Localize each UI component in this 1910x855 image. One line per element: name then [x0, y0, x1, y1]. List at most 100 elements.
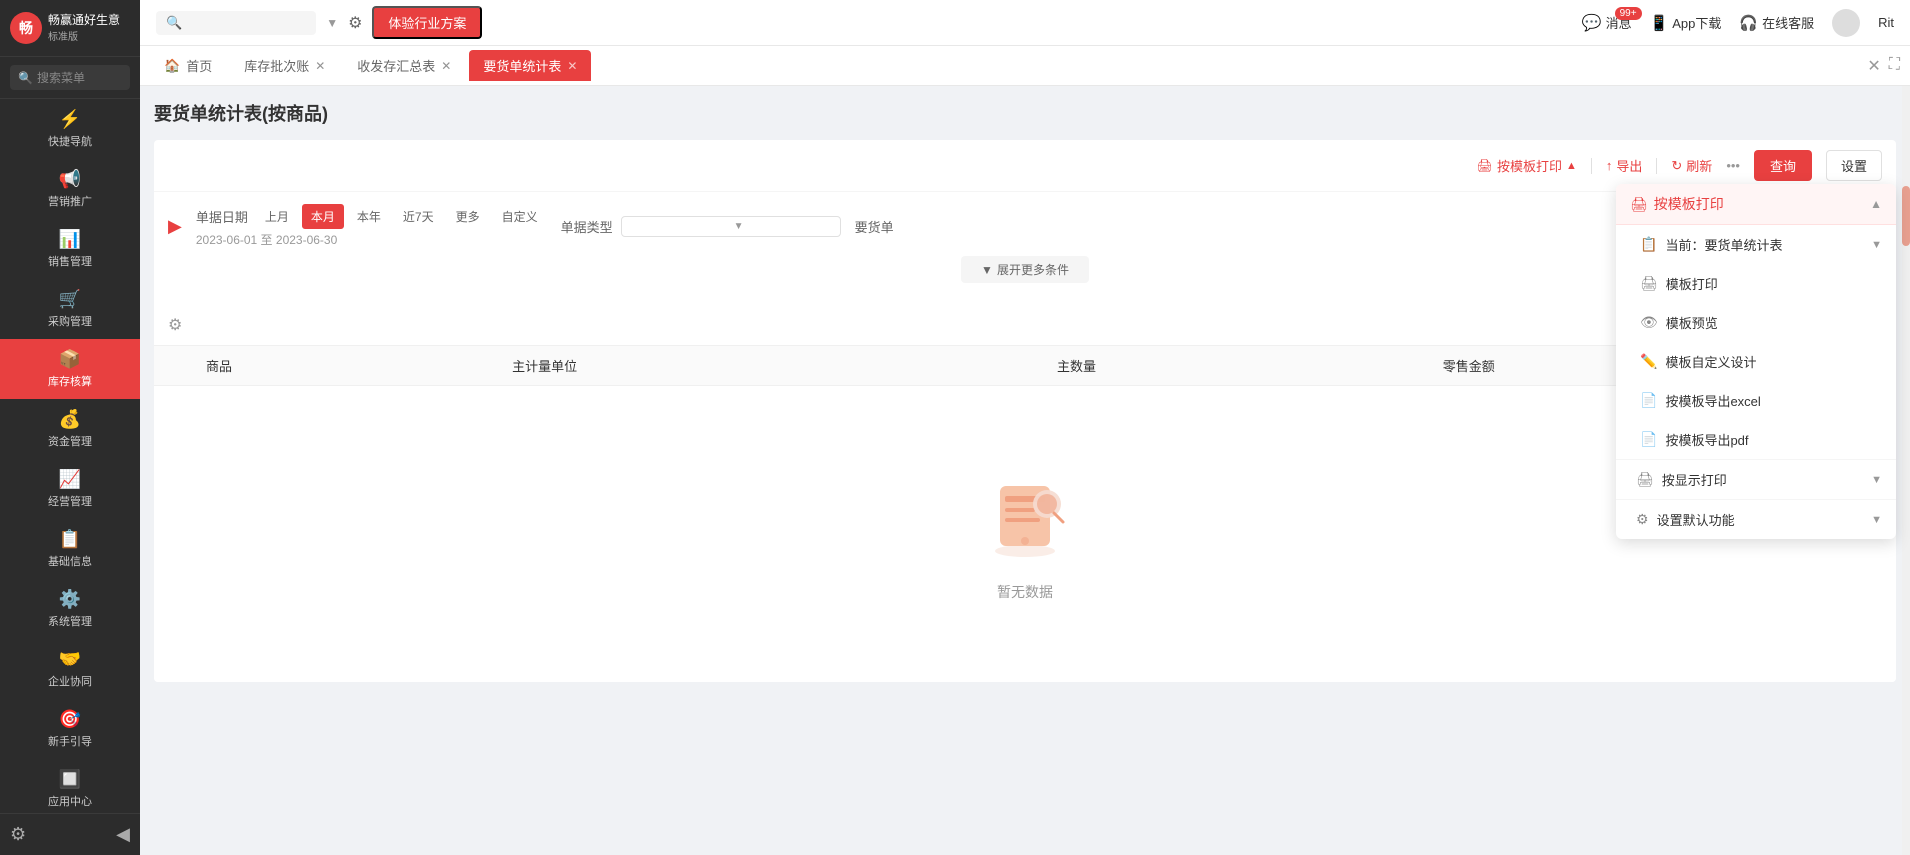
- scrollbar-thumb[interactable]: [1902, 186, 1910, 246]
- topbar: 🔍 ▼ ⚙ 体验行业方案 💬 消息 99+ 📱 App下载 🎧 在线客服 Rit: [140, 0, 1910, 46]
- tab-receivables[interactable]: 收发存汇总表 ✕: [343, 50, 465, 81]
- sidebar-collapse-icon[interactable]: ◀: [116, 824, 130, 845]
- dropdown-set-default[interactable]: ⚙ 设置默认功能 ▼: [1616, 499, 1896, 539]
- table-gear-icon[interactable]: ⚙: [168, 315, 182, 335]
- refresh-label: 刷新: [1686, 156, 1712, 175]
- dropdown-chevron-up[interactable]: ▲: [1870, 197, 1882, 211]
- query-button[interactable]: 查询: [1754, 150, 1812, 181]
- print-template-button[interactable]: 🖨 按模板打印 ▲: [1476, 156, 1576, 175]
- sidebar-item-guide[interactable]: 🎯 新手引导: [0, 699, 140, 759]
- online-service-button[interactable]: 🎧 在线客服: [1739, 13, 1814, 32]
- tab-demand-stat-close[interactable]: ✕: [567, 59, 577, 73]
- type-filter: 单据类型 ▼: [561, 216, 841, 237]
- tab-close-window-icon[interactable]: ✕: [1867, 56, 1880, 76]
- set-default-left: ⚙ 设置默认功能: [1636, 510, 1735, 529]
- dropdown-header-title: 🖨 按模板打印: [1630, 194, 1724, 214]
- date-btn-7days[interactable]: 近7天: [394, 204, 443, 229]
- sidebar-item-basic-info[interactable]: 📋 基础信息: [0, 519, 140, 579]
- sidebar-item-enterprise[interactable]: 🤝 企业协同: [0, 639, 140, 699]
- date-btn-custom[interactable]: 自定义: [493, 204, 547, 229]
- basic-info-label: 基础信息: [48, 553, 92, 569]
- main-area: 🔍 ▼ ⚙ 体验行业方案 💬 消息 99+ 📱 App下载 🎧 在线客服 Rit: [140, 0, 1910, 855]
- export-button[interactable]: ↑ 导出: [1606, 156, 1643, 175]
- topbar-search-icon: 🔍: [166, 15, 182, 31]
- system-icon: ⚙️: [59, 589, 81, 610]
- guide-label: 新手引导: [48, 733, 92, 749]
- sidebar-item-marketing[interactable]: 📢 营销推广: [0, 159, 140, 219]
- th-unit: 主计量单位: [500, 346, 1045, 386]
- topbar-search-input[interactable]: [186, 15, 306, 30]
- refresh-button[interactable]: ↻ 刷新: [1671, 156, 1712, 175]
- topbar-dropdown-arrow[interactable]: ▼: [326, 16, 338, 30]
- export-label: 导出: [1616, 156, 1642, 175]
- expand-more-btn[interactable]: ▼ 展开更多条件: [961, 256, 1089, 283]
- dropdown-current-template[interactable]: 📋 当前：要货单统计表 ▼: [1616, 225, 1896, 264]
- export-excel-icon: 📄: [1640, 392, 1657, 409]
- th-product: 商品: [194, 346, 500, 386]
- finance-label: 资金管理: [48, 433, 92, 449]
- date-filter: 单据日期 上月 本月 本年 近7天 更多 自定义 2023-06-01 至 20…: [196, 204, 547, 248]
- user-avatar[interactable]: [1832, 9, 1860, 37]
- dropdown-export-pdf[interactable]: 📄 按模板导出pdf: [1616, 420, 1896, 459]
- expand-chevron-icon: ▼: [981, 263, 993, 277]
- date-btn-last-month[interactable]: 上月: [256, 204, 298, 229]
- date-buttons: 上月 本月 本年 近7天 更多 自定义: [256, 204, 547, 229]
- tab-inventory-batch-close[interactable]: ✕: [315, 59, 325, 73]
- page-content: 要货单统计表(按商品) 🖨 按模板打印 ▲ ↑ 导出 ↻ 刷新: [140, 86, 1910, 855]
- guide-icon: 🎯: [59, 709, 81, 730]
- sidebar-item-sales[interactable]: 📊 销售管理: [0, 219, 140, 279]
- app-download-button[interactable]: 📱 App下载: [1650, 13, 1722, 32]
- tab-inventory-batch[interactable]: 库存批次账 ✕: [230, 50, 339, 81]
- topbar-right: 💬 消息 99+ 📱 App下载 🎧 在线客服 Rit: [1582, 9, 1894, 37]
- sidebar-item-inventory[interactable]: 📦 库存核算: [0, 339, 140, 399]
- enterprise-label: 企业协同: [48, 673, 92, 689]
- purchase-label: 采购管理: [48, 313, 92, 329]
- date-btn-this-year[interactable]: 本年: [348, 204, 390, 229]
- inventory-label: 库存核算: [48, 373, 92, 389]
- topbar-gear-icon[interactable]: ⚙: [348, 13, 362, 33]
- sidebar-search-area[interactable]: 🔍 搜索菜单: [0, 57, 140, 99]
- tab-maximize-icon[interactable]: ⛶: [1889, 56, 1900, 76]
- dropdown-template-custom[interactable]: ✏️ 模板自定义设计: [1616, 342, 1896, 381]
- dropdown-template-preview[interactable]: 👁 模板预览: [1616, 303, 1896, 342]
- more-options-icon[interactable]: •••: [1726, 158, 1740, 173]
- template-custom-label: 模板自定义设计: [1665, 352, 1756, 371]
- sales-label: 销售管理: [48, 253, 92, 269]
- template-custom-icon: ✏️: [1640, 353, 1657, 370]
- settings-button[interactable]: 设置: [1826, 150, 1882, 181]
- message-button[interactable]: 💬 消息 99+: [1582, 13, 1632, 33]
- date-btn-more[interactable]: 更多: [447, 204, 489, 229]
- export-pdf-icon: 📄: [1640, 431, 1657, 448]
- sidebar-item-operations[interactable]: 📈 经营管理: [0, 459, 140, 519]
- print-icon: 🖨: [1476, 158, 1493, 174]
- tab-home[interactable]: 🏠 首页: [150, 50, 226, 81]
- sidebar-item-finance[interactable]: 💰 资金管理: [0, 399, 140, 459]
- trial-button[interactable]: 体验行业方案: [372, 6, 482, 39]
- export-pdf-label: 按模板导出pdf: [1665, 430, 1748, 449]
- message-icon: 💬: [1582, 13, 1602, 33]
- topbar-search[interactable]: 🔍: [156, 11, 316, 35]
- quick-nav-label: 快捷导航: [48, 133, 92, 149]
- headset-icon: 🎧: [1739, 14, 1758, 32]
- display-print-arrow: ▼: [1871, 474, 1882, 486]
- tab-receivables-close[interactable]: ✕: [441, 59, 451, 73]
- dropdown-display-print[interactable]: 🖨 按显示打印 ▼: [1616, 459, 1896, 499]
- tab-receivables-label: 收发存汇总表: [357, 56, 435, 75]
- sidebar-item-system[interactable]: ⚙️ 系统管理: [0, 579, 140, 639]
- sidebar-item-purchase[interactable]: 🛒 采购管理: [0, 279, 140, 339]
- dropdown-export-excel[interactable]: 📄 按模板导出excel: [1616, 381, 1896, 420]
- username-label[interactable]: Rit: [1878, 15, 1894, 30]
- right-scrollbar[interactable]: [1902, 86, 1910, 855]
- dropdown-header: 🖨 按模板打印 ▲: [1616, 184, 1896, 225]
- sidebar-settings-icon[interactable]: ⚙: [10, 824, 26, 845]
- template-print-icon: 🖨: [1640, 275, 1658, 292]
- type-select[interactable]: ▼: [621, 216, 841, 237]
- filter-expand-arrow[interactable]: ▶: [168, 216, 182, 237]
- inventory-icon: 📦: [59, 349, 81, 370]
- sidebar-item-app-center[interactable]: 🔲 应用中心: [0, 759, 140, 813]
- date-btn-this-month[interactable]: 本月: [302, 204, 344, 229]
- dropdown-template-print[interactable]: 🖨 模板打印: [1616, 264, 1896, 303]
- tab-demand-stat[interactable]: 要货单统计表 ✕: [469, 50, 591, 81]
- sidebar-item-quick-nav[interactable]: ⚡ 快捷导航: [0, 99, 140, 159]
- sidebar-nav: ⚡ 快捷导航 📢 营销推广 📊 销售管理 🛒 采购管理 📦 库存核算 💰 资金管…: [0, 99, 140, 813]
